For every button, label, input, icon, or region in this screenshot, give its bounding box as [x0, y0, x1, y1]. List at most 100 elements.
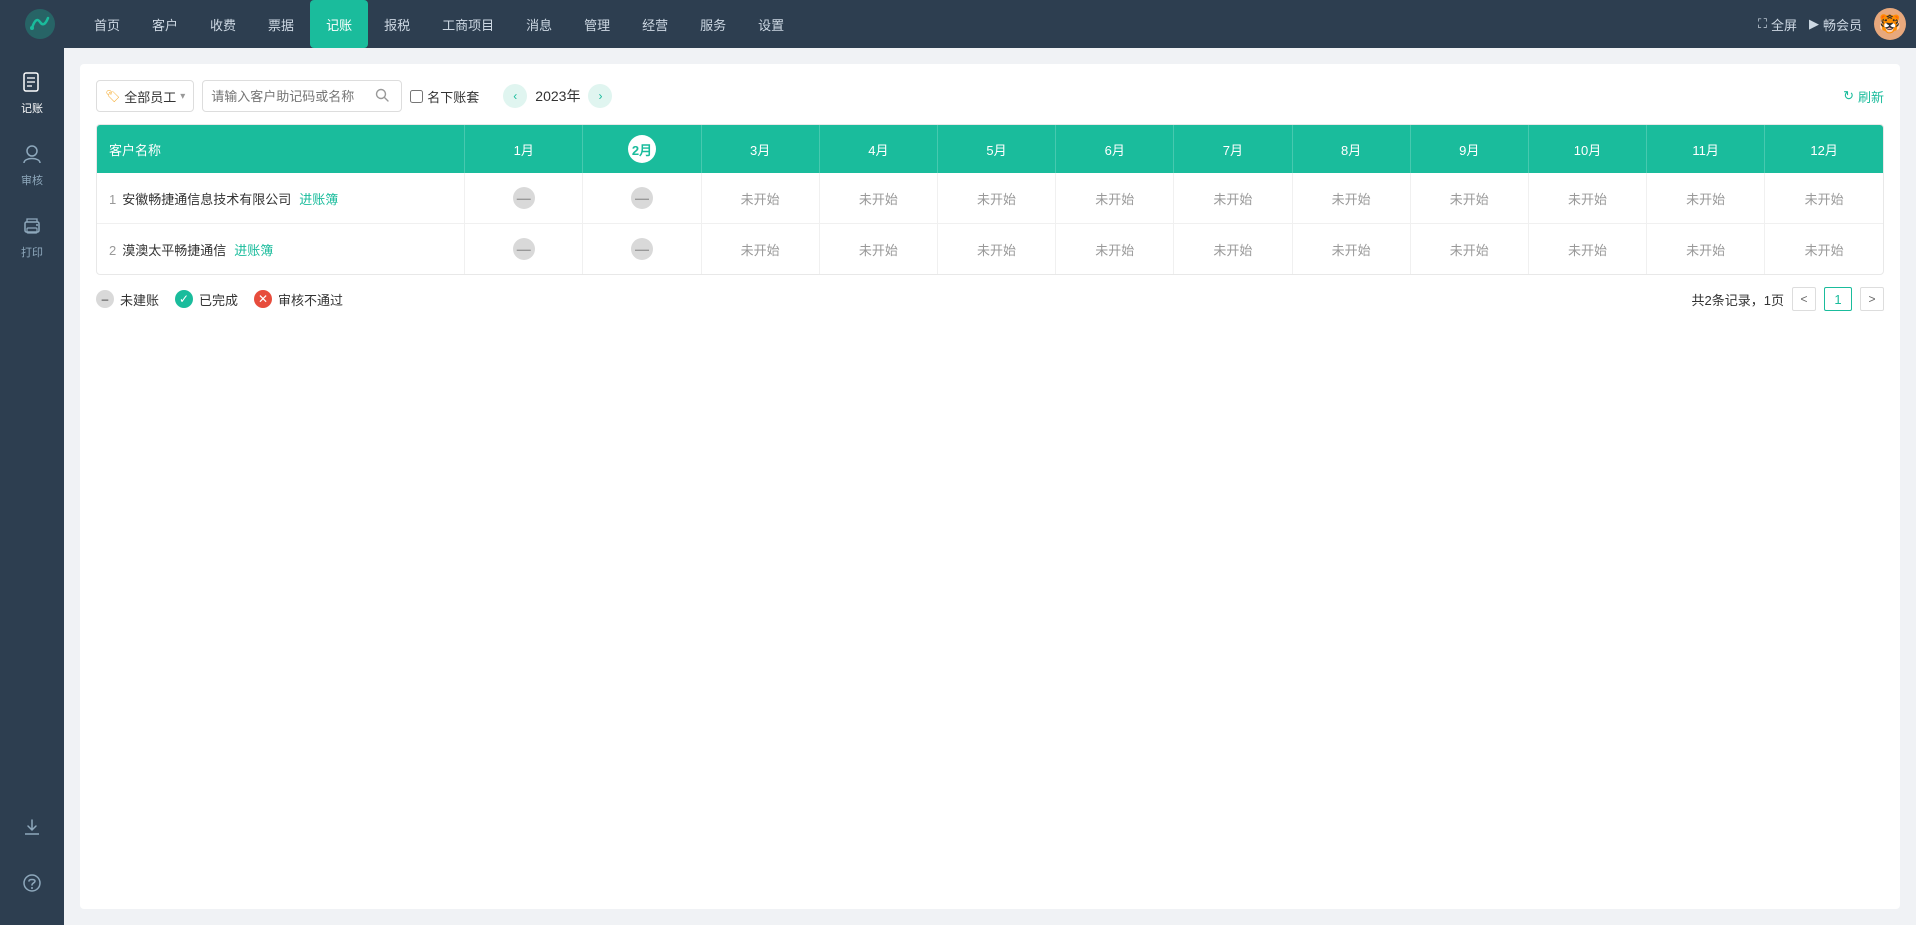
employee-select[interactable]: 🏷 全部员工 ▾: [96, 80, 194, 112]
row-number: 2: [109, 243, 116, 258]
col-header-jun: 6月: [1056, 125, 1174, 173]
month-cell-8: 未开始: [1410, 173, 1528, 224]
month-cell-3: 未开始: [819, 224, 937, 275]
nav-customer[interactable]: 客户: [136, 0, 194, 48]
sidebar-item-audit[interactable]: 审核: [0, 128, 64, 200]
nav-billing[interactable]: 收费: [194, 0, 252, 48]
employee-select-label: 全部员工: [124, 87, 176, 106]
nav-operation[interactable]: 经营: [626, 0, 684, 48]
month-cell-2: 未开始: [701, 224, 819, 275]
month-cell-6: 未开始: [1174, 224, 1292, 275]
accounts-checkbox[interactable]: [410, 90, 423, 103]
col-header-feb: 2月: [583, 125, 701, 173]
status-not-started: 未开始: [977, 192, 1016, 207]
prev-page-button[interactable]: <: [1792, 287, 1816, 311]
legend-completed-icon: ✓: [175, 290, 193, 308]
status-not-started: 未开始: [859, 243, 898, 258]
month-cell-7: 未开始: [1292, 224, 1410, 275]
legend-not-built-icon: –: [96, 290, 114, 308]
audit-icon: [18, 140, 46, 168]
status-not-started: 未开始: [1213, 243, 1252, 258]
content-area: 🏷 全部员工 ▾ 名下账套 ‹ 2023年 ›: [64, 48, 1916, 925]
print-icon: [18, 212, 46, 240]
month-cell-5: 未开始: [1056, 224, 1174, 275]
month-cell-7: 未开始: [1292, 173, 1410, 224]
month-cell-6: 未开始: [1174, 173, 1292, 224]
month-cell-4: 未开始: [937, 173, 1055, 224]
nav-manage[interactable]: 管理: [568, 0, 626, 48]
customer-name-cell: 1安徽畅捷通信息技术有限公司进账簿: [97, 173, 465, 224]
status-not-started: 未开始: [1686, 243, 1725, 258]
search-input[interactable]: [211, 89, 371, 104]
month-cell-3: 未开始: [819, 173, 937, 224]
month-cell-1: —: [583, 224, 701, 275]
user-avatar[interactable]: 🐯: [1874, 8, 1906, 40]
fullscreen-button[interactable]: ⛶ 全屏: [1758, 15, 1797, 34]
status-not-started: 未开始: [859, 192, 898, 207]
legend-completed: ✓ 已完成: [175, 290, 238, 309]
nav-tax[interactable]: 报税: [368, 0, 426, 48]
sidebar-item-print[interactable]: 打印: [0, 200, 64, 272]
ledger-table: 客户名称 1月 2月 3月 4月 5月 6月 7月 8月 9月 10月: [97, 125, 1883, 274]
checkbox-accounts[interactable]: 名下账套: [410, 87, 479, 106]
refresh-button[interactable]: ↻ 刷新: [1843, 87, 1884, 106]
nav-message[interactable]: 消息: [510, 0, 568, 48]
vip-button[interactable]: ▶ 畅会员: [1809, 15, 1862, 34]
month-cell-5: 未开始: [1056, 173, 1174, 224]
next-page-button[interactable]: >: [1860, 287, 1884, 311]
nav-settings[interactable]: 设置: [742, 0, 800, 48]
nav-right: ⛶ 全屏 ▶ 畅会员 🐯: [1758, 8, 1906, 40]
table-row: 1安徽畅捷通信息技术有限公司进账簿——未开始未开始未开始未开始未开始未开始未开始…: [97, 173, 1883, 224]
status-not-started: 未开始: [1095, 192, 1134, 207]
nav-home[interactable]: 首页: [78, 0, 136, 48]
status-not-started: 未开始: [1568, 243, 1607, 258]
next-year-button[interactable]: ›: [588, 84, 612, 108]
sidebar-item-ledger[interactable]: 记账: [0, 56, 64, 128]
nav-items: 首页 客户 收费 票据 记账 报税 工商项目 消息 管理 经营 服务 设置: [78, 0, 1758, 48]
active-month-indicator: 2月: [628, 135, 656, 163]
month-cell-10: 未开始: [1647, 224, 1765, 275]
status-not-started: 未开始: [1213, 192, 1252, 207]
col-header-nov: 11月: [1647, 125, 1765, 173]
nav-invoice[interactable]: 票据: [252, 0, 310, 48]
sidebar-download[interactable]: [14, 801, 50, 853]
prev-year-button[interactable]: ‹: [503, 84, 527, 108]
search-wrapper: [202, 80, 402, 112]
nav-business[interactable]: 工商项目: [426, 0, 510, 48]
data-table-wrapper: 客户名称 1月 2月 3月 4月 5月 6月 7月 8月 9月 10月: [96, 124, 1884, 275]
month-cell-0: —: [465, 173, 583, 224]
table-header-row: 客户名称 1月 2月 3月 4月 5月 6月 7月 8月 9月 10月: [97, 125, 1883, 173]
sidebar-print-label: 打印: [21, 244, 43, 260]
nav-service[interactable]: 服务: [684, 0, 742, 48]
col-header-jan: 1月: [465, 125, 583, 173]
enter-ledger-link[interactable]: 进账簿: [299, 192, 338, 207]
current-page-indicator: 1: [1824, 287, 1852, 311]
customer-name: 漠澳太平畅捷通信: [122, 243, 226, 258]
sidebar-bottom: [14, 801, 50, 925]
chevron-down-icon: ▾: [180, 91, 185, 102]
download-icon: [18, 813, 46, 841]
search-button[interactable]: [375, 88, 389, 105]
logo-icon: [24, 8, 56, 40]
total-records-text: 共2条记录，1页: [1692, 290, 1784, 309]
month-cell-8: 未开始: [1410, 224, 1528, 275]
sidebar-ledger-label: 记账: [21, 100, 43, 116]
table-row: 2漠澳太平畅捷通信进账簿——未开始未开始未开始未开始未开始未开始未开始未开始未开…: [97, 224, 1883, 275]
status-not-started: 未开始: [1686, 192, 1725, 207]
main-card: 🏷 全部员工 ▾ 名下账套 ‹ 2023年 ›: [80, 64, 1900, 909]
main-layout: 记账 审核 打印: [0, 48, 1916, 925]
col-header-dec: 12月: [1765, 125, 1883, 173]
table-footer: – 未建账 ✓ 已完成 ✕ 审核不通过 共2条记录，1页 < 1: [96, 275, 1884, 311]
status-not-started: 未开始: [1568, 192, 1607, 207]
status-not-started: 未开始: [1332, 192, 1371, 207]
nav-ledger[interactable]: 记账: [310, 0, 368, 48]
customer-name: 安徽畅捷通信息技术有限公司: [122, 192, 291, 207]
status-dash-icon: —: [631, 187, 653, 209]
month-cell-11: 未开始: [1765, 224, 1883, 275]
table-scroll[interactable]: 客户名称 1月 2月 3月 4月 5月 6月 7月 8月 9月 10月: [97, 125, 1883, 274]
refresh-icon: ↻: [1843, 88, 1854, 104]
fullscreen-icon: ⛶: [1758, 16, 1767, 32]
sidebar-support[interactable]: [14, 857, 50, 909]
vip-icon: ▶: [1809, 16, 1819, 32]
enter-ledger-link[interactable]: 进账簿: [234, 243, 273, 258]
